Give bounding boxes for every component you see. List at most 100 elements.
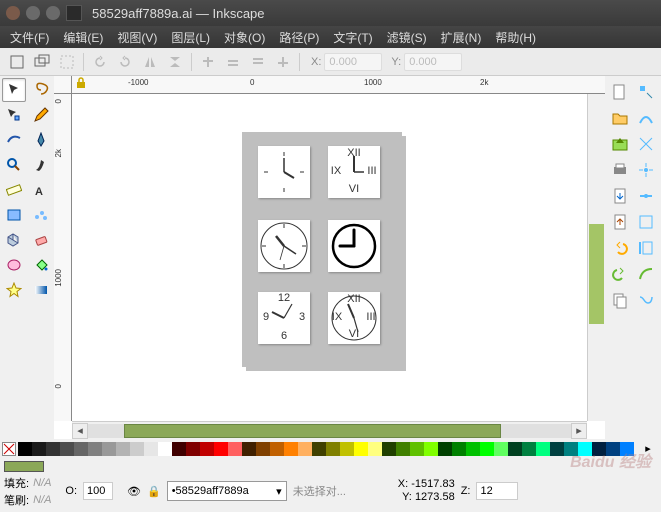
tool-star[interactable] bbox=[2, 278, 26, 302]
scrollbar-vertical[interactable] bbox=[587, 94, 605, 421]
tool-spiral[interactable] bbox=[29, 78, 53, 102]
scrollbar-v-thumb[interactable] bbox=[589, 224, 604, 324]
palette-swatch[interactable] bbox=[158, 442, 172, 456]
dock-snap-object-icon[interactable] bbox=[634, 210, 658, 234]
palette-swatch[interactable] bbox=[424, 442, 438, 456]
opacity-input[interactable]: 100 bbox=[83, 482, 113, 500]
dock-copy-icon[interactable] bbox=[608, 288, 632, 312]
tool-text[interactable]: A bbox=[29, 178, 53, 202]
palette-swatch[interactable] bbox=[228, 442, 242, 456]
tool-eraser[interactable] bbox=[29, 228, 53, 252]
menu-object[interactable]: 对象(O) bbox=[218, 27, 271, 48]
palette-swatch[interactable] bbox=[256, 442, 270, 456]
palette-swatch[interactable] bbox=[172, 442, 186, 456]
palette-swatch[interactable] bbox=[32, 442, 46, 456]
toolbar-raise-top-icon[interactable] bbox=[197, 51, 219, 73]
palette-swatch[interactable] bbox=[536, 442, 550, 456]
tool-3dbox[interactable] bbox=[2, 228, 26, 252]
toolbar-raise-icon[interactable] bbox=[222, 51, 244, 73]
palette-swatch[interactable] bbox=[522, 442, 536, 456]
palette-swatch[interactable] bbox=[494, 442, 508, 456]
menu-text[interactable]: 文字(T) bbox=[327, 27, 378, 48]
toolbar-deselect-icon[interactable] bbox=[56, 51, 78, 73]
palette-swatch[interactable] bbox=[466, 442, 480, 456]
menu-extension[interactable]: 扩展(N) bbox=[435, 27, 488, 48]
menu-layer[interactable]: 图层(L) bbox=[165, 27, 216, 48]
tool-selector[interactable] bbox=[2, 78, 26, 102]
dock-snap-intersect-icon[interactable] bbox=[634, 132, 658, 156]
ruler-corner[interactable] bbox=[54, 76, 72, 94]
palette-swatch[interactable] bbox=[326, 442, 340, 456]
palette-swatch[interactable] bbox=[298, 442, 312, 456]
ruler-vertical[interactable]: 0 2k 1000 0 bbox=[54, 94, 72, 421]
palette-swatch[interactable] bbox=[88, 442, 102, 456]
tool-tweak[interactable] bbox=[2, 128, 26, 152]
toolbar-flip-v-icon[interactable] bbox=[164, 51, 186, 73]
palette-swatch[interactable] bbox=[74, 442, 88, 456]
palette-swatch[interactable] bbox=[452, 442, 466, 456]
dock-snap-center-icon[interactable] bbox=[634, 158, 658, 182]
tool-zoom[interactable] bbox=[2, 153, 26, 177]
tool-rectangle[interactable] bbox=[2, 203, 26, 227]
palette-swatch[interactable] bbox=[116, 442, 130, 456]
layer-selector[interactable]: •58529aff7889a ▾ bbox=[167, 481, 287, 501]
palette-swatch[interactable] bbox=[242, 442, 256, 456]
dock-print-icon[interactable] bbox=[608, 158, 632, 182]
dock-snap-grid-icon[interactable] bbox=[634, 288, 658, 312]
tool-pen[interactable] bbox=[29, 128, 53, 152]
dock-undo-icon[interactable] bbox=[608, 236, 632, 260]
toolbar-rotate-ccw-icon[interactable] bbox=[89, 51, 111, 73]
tool-gradient[interactable] bbox=[29, 278, 53, 302]
dock-snap-edge-icon[interactable] bbox=[634, 236, 658, 260]
scroll-left-icon[interactable]: ◂ bbox=[72, 423, 88, 439]
tool-measure[interactable] bbox=[2, 178, 26, 202]
scrollbar-h-thumb[interactable] bbox=[124, 424, 501, 438]
palette-swatch[interactable] bbox=[410, 442, 424, 456]
x-input[interactable]: 0.000 bbox=[324, 53, 382, 71]
window-minimize-button[interactable] bbox=[26, 6, 40, 20]
tool-calligraphy[interactable] bbox=[29, 153, 53, 177]
menu-filter[interactable]: 滤镜(S) bbox=[381, 27, 433, 48]
tool-spray[interactable] bbox=[29, 203, 53, 227]
toolbar-lower-bottom-icon[interactable] bbox=[272, 51, 294, 73]
palette-none-icon[interactable] bbox=[2, 442, 16, 456]
visibility-toggle-icon[interactable]: 👁 bbox=[127, 485, 141, 498]
dock-new-icon[interactable] bbox=[608, 80, 632, 104]
dock-import-icon[interactable] bbox=[608, 184, 632, 208]
dock-snap-path-icon[interactable] bbox=[634, 106, 658, 130]
palette-swatch[interactable] bbox=[46, 442, 60, 456]
zoom-input[interactable]: 12 bbox=[476, 482, 518, 500]
tool-pencil[interactable] bbox=[29, 103, 53, 127]
palette-swatch[interactable] bbox=[102, 442, 116, 456]
palette-swatch[interactable] bbox=[18, 442, 32, 456]
scrollbar-horizontal[interactable]: ◂ ▸ bbox=[72, 421, 587, 439]
palette-swatch[interactable] bbox=[200, 442, 214, 456]
dock-save-icon[interactable] bbox=[608, 132, 632, 156]
menu-file[interactable]: 文件(F) bbox=[4, 27, 55, 48]
dock-redo-icon[interactable] bbox=[608, 262, 632, 286]
tool-ellipse[interactable] bbox=[2, 253, 26, 277]
toolbar-select-all-icon[interactable] bbox=[6, 51, 28, 73]
dock-export-icon[interactable] bbox=[608, 210, 632, 234]
tool-paint-bucket[interactable] bbox=[29, 253, 53, 277]
dock-snap-corner-icon[interactable] bbox=[634, 262, 658, 286]
dock-open-icon[interactable] bbox=[608, 106, 632, 130]
canvas[interactable]: XIIIIIVIIX 12369 XIIIIIVIIX bbox=[72, 94, 587, 421]
menu-path[interactable]: 路径(P) bbox=[273, 27, 325, 48]
window-maximize-button[interactable] bbox=[46, 6, 60, 20]
palette-swatch[interactable] bbox=[480, 442, 494, 456]
toolbar-rotate-cw-icon[interactable] bbox=[114, 51, 136, 73]
palette-swatch[interactable] bbox=[354, 442, 368, 456]
y-input[interactable]: 0.000 bbox=[404, 53, 462, 71]
palette-swatch[interactable] bbox=[438, 442, 452, 456]
palette-swatch[interactable] bbox=[396, 442, 410, 456]
toolbar-lower-icon[interactable] bbox=[247, 51, 269, 73]
palette-swatch[interactable] bbox=[144, 442, 158, 456]
menu-view[interactable]: 视图(V) bbox=[111, 27, 163, 48]
palette-swatch[interactable] bbox=[284, 442, 298, 456]
ruler-horizontal[interactable]: -1000 0 1000 2k bbox=[72, 76, 605, 94]
dock-snap-node-icon[interactable] bbox=[634, 80, 658, 104]
palette-swatch[interactable] bbox=[340, 442, 354, 456]
palette-swatch[interactable] bbox=[60, 442, 74, 456]
toolbar-select-layers-icon[interactable] bbox=[31, 51, 53, 73]
